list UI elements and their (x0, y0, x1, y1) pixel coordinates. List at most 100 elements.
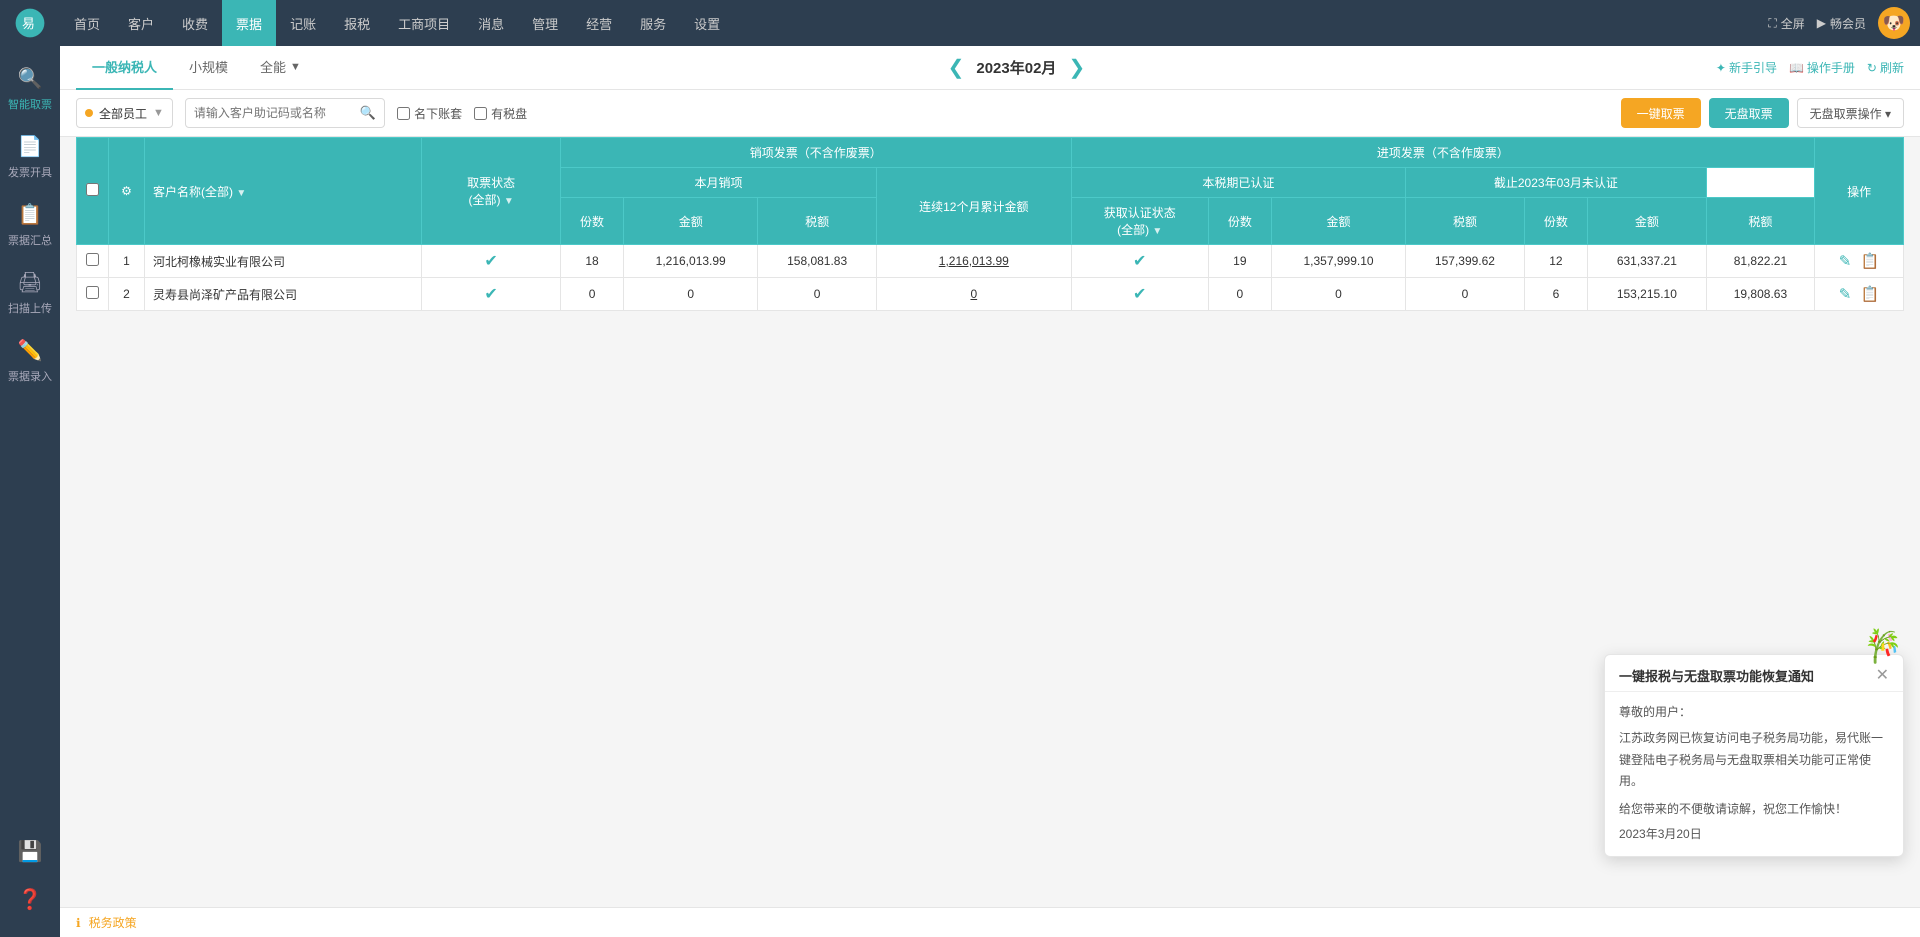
fullscreen-button[interactable]: ⛶ 全屏 (1768, 15, 1804, 32)
row-until-amount: 631,337.21 (1588, 245, 1707, 278)
avatar[interactable]: 🐶 (1878, 7, 1910, 39)
current-date: 2023年02月 (976, 57, 1056, 78)
tax-policy-link[interactable]: 税务政策 (89, 914, 137, 931)
named-accounts-checkbox[interactable] (397, 107, 410, 120)
settings-icon[interactable]: ⚙ (121, 184, 132, 198)
row-cert-status: ✔ (1071, 245, 1208, 278)
th-checkbox (77, 138, 109, 245)
nav-tax[interactable]: 报税 (330, 0, 384, 46)
th-purchase-group: 进项发票（不含作废票） (1071, 138, 1815, 168)
invoice-summary-icon: 📋 (16, 200, 44, 228)
edit-button[interactable]: ✎ (1839, 253, 1852, 270)
sidebar-item-invoice-summary[interactable]: 📋 票据汇总 (0, 192, 60, 256)
manual-button[interactable]: 📖 操作手册 (1789, 59, 1855, 76)
nav-business[interactable]: 工商项目 (384, 0, 464, 46)
cert-status-icon: ✔ (1133, 286, 1146, 303)
nav-settings[interactable]: 设置 (680, 0, 734, 46)
sidebar: 🔍 智能取票 📄 发票开具 📋 票据汇总 🖨 扫描上传 ✏️ 票据录入 💾 ❓ (0, 46, 60, 937)
one-click-ticket-button[interactable]: 一键取票 (1621, 98, 1701, 128)
row-checkbox[interactable] (77, 278, 109, 311)
row-actions: ✎ 📋 (1815, 278, 1904, 311)
ticket-status-icon: ✔ (484, 253, 497, 270)
invoice-entry-icon: ✏️ (16, 336, 44, 364)
customer-filter-icon[interactable]: ▼ (236, 188, 246, 199)
cert-status-filter-icon[interactable]: ▼ (1152, 226, 1162, 237)
row-select-checkbox[interactable] (86, 253, 99, 266)
sidebar-item-help[interactable]: ❓ (0, 877, 60, 921)
select-all-checkbox[interactable] (86, 183, 99, 196)
notification-date: 2023年3月20日 (1619, 824, 1889, 846)
th-purchase-amount: 金额 (1271, 198, 1405, 245)
checkbox-named-accounts[interactable]: 名下账套 (397, 105, 462, 122)
nav-items: 首页 客户 收费 票据 记账 报税 工商项目 消息 管理 经营 服务 设置 (60, 0, 1768, 46)
nav-manage[interactable]: 管理 (518, 0, 572, 46)
sidebar-item-invoice-entry[interactable]: ✏️ 票据录入 (0, 328, 60, 392)
search-input[interactable] (194, 106, 354, 120)
nav-home[interactable]: 首页 (60, 0, 114, 46)
th-sales-shares: 份数 (560, 198, 623, 245)
consecutive-link[interactable]: 0 (970, 287, 977, 301)
scan-upload-icon: 🖨 (16, 268, 44, 296)
nav-invoice[interactable]: 票据 (222, 0, 276, 46)
new-guide-button[interactable]: ✦ 新手引导 (1716, 59, 1777, 76)
ticket-status-filter-icon[interactable]: ▼ (504, 196, 514, 207)
row-until-shares: 6 (1524, 278, 1587, 311)
notification-close-button[interactable]: ✕ (1876, 665, 1889, 685)
consecutive-link[interactable]: 1,216,013.99 (939, 254, 1009, 268)
search-icon[interactable]: 🔍 (360, 105, 376, 121)
download-icon: 💾 (16, 837, 44, 865)
th-until-tax: 税额 (1706, 198, 1814, 245)
sidebar-bottom: 💾 ❓ (0, 829, 60, 937)
search-wrap: 🔍 (185, 98, 385, 128)
tab-all-capable[interactable]: 全能 ▼ (244, 46, 317, 90)
view-button[interactable]: 📋 (1861, 286, 1880, 303)
th-sales-tax: 税额 (758, 198, 877, 245)
refresh-button[interactable]: ↻ 刷新 (1867, 59, 1904, 76)
row-index: 1 (109, 245, 145, 278)
nav-billing[interactable]: 收费 (168, 0, 222, 46)
refresh-icon: ↻ (1867, 61, 1877, 75)
row-purchase-amount: 1,357,999.10 (1271, 245, 1405, 278)
nav-customer[interactable]: 客户 (114, 0, 168, 46)
view-button[interactable]: 📋 (1861, 253, 1880, 270)
prev-month-button[interactable]: ❮ (948, 58, 965, 78)
sidebar-item-download[interactable]: 💾 (0, 829, 60, 873)
help-icon: ❓ (16, 885, 44, 913)
row-customer-name: 灵寿县尚泽矿产品有限公司 (145, 278, 422, 311)
row-purchase-tax: 0 (1406, 278, 1525, 311)
notification-popup: 🎋 一键报税与无盘取票功能恢复通知 ✕ 尊敬的用户： 江苏政务网已恢复访问电子税… (1604, 654, 1904, 857)
sidebar-item-scan-upload[interactable]: 🖨 扫描上传 (0, 260, 60, 324)
th-action: 操作 (1815, 138, 1904, 245)
sidebar-item-invoice-issue[interactable]: 📄 发票开具 (0, 124, 60, 188)
checkbox-tax-disk[interactable]: 有税盘 (474, 105, 527, 122)
nav-bookkeeping[interactable]: 记账 (276, 0, 330, 46)
new-guide-icon: ✦ (1716, 61, 1726, 75)
row-customer-name: 河北柯橡械实业有限公司 (145, 245, 422, 278)
no-disk-ticket-ops-button[interactable]: 无盘取票操作 ▾ (1797, 98, 1904, 128)
row-select-checkbox[interactable] (86, 286, 99, 299)
fullscreen-icon: ⛶ (1768, 16, 1776, 31)
th-current-period: 本税期已认证 (1071, 168, 1405, 198)
row-index: 2 (109, 278, 145, 311)
row-checkbox[interactable] (77, 245, 109, 278)
row-cert-status: ✔ (1071, 278, 1208, 311)
sidebar-item-smart-ticket[interactable]: 🔍 智能取票 (0, 56, 60, 120)
notification-body: 尊敬的用户： 江苏政务网已恢复访问电子税务局功能，易代账一键登陆电子税务局与无盘… (1605, 692, 1903, 856)
tab-small-scale[interactable]: 小规模 (173, 46, 244, 90)
table-row: 2 灵寿县尚泽矿产品有限公司 ✔ 0 0 0 0 ✔ 0 0 0 6 153,2… (77, 278, 1904, 311)
row-purchase-amount: 0 (1271, 278, 1405, 311)
employee-select[interactable]: 全部员工 ▼ (76, 98, 173, 128)
next-month-button[interactable]: ❯ (1068, 58, 1085, 78)
th-sales-group: 销项发票（不含作废票） (560, 138, 1071, 168)
nav-message[interactable]: 消息 (464, 0, 518, 46)
nav-operation[interactable]: 经营 (572, 0, 626, 46)
tax-disk-checkbox[interactable] (474, 107, 487, 120)
edit-button[interactable]: ✎ (1839, 286, 1852, 303)
no-disk-ticket-button[interactable]: 无盘取票 (1709, 98, 1789, 128)
member-button[interactable]: ▶ 畅会员 (1817, 15, 1866, 32)
table-row: 1 河北柯橡械实业有限公司 ✔ 18 1,216,013.99 158,081.… (77, 245, 1904, 278)
nav-service[interactable]: 服务 (626, 0, 680, 46)
th-until-date: 截止2023年03月未认证 (1406, 168, 1707, 198)
employee-label: 全部员工 (99, 105, 147, 122)
tab-general-taxpayer[interactable]: 一般纳税人 (76, 46, 173, 90)
